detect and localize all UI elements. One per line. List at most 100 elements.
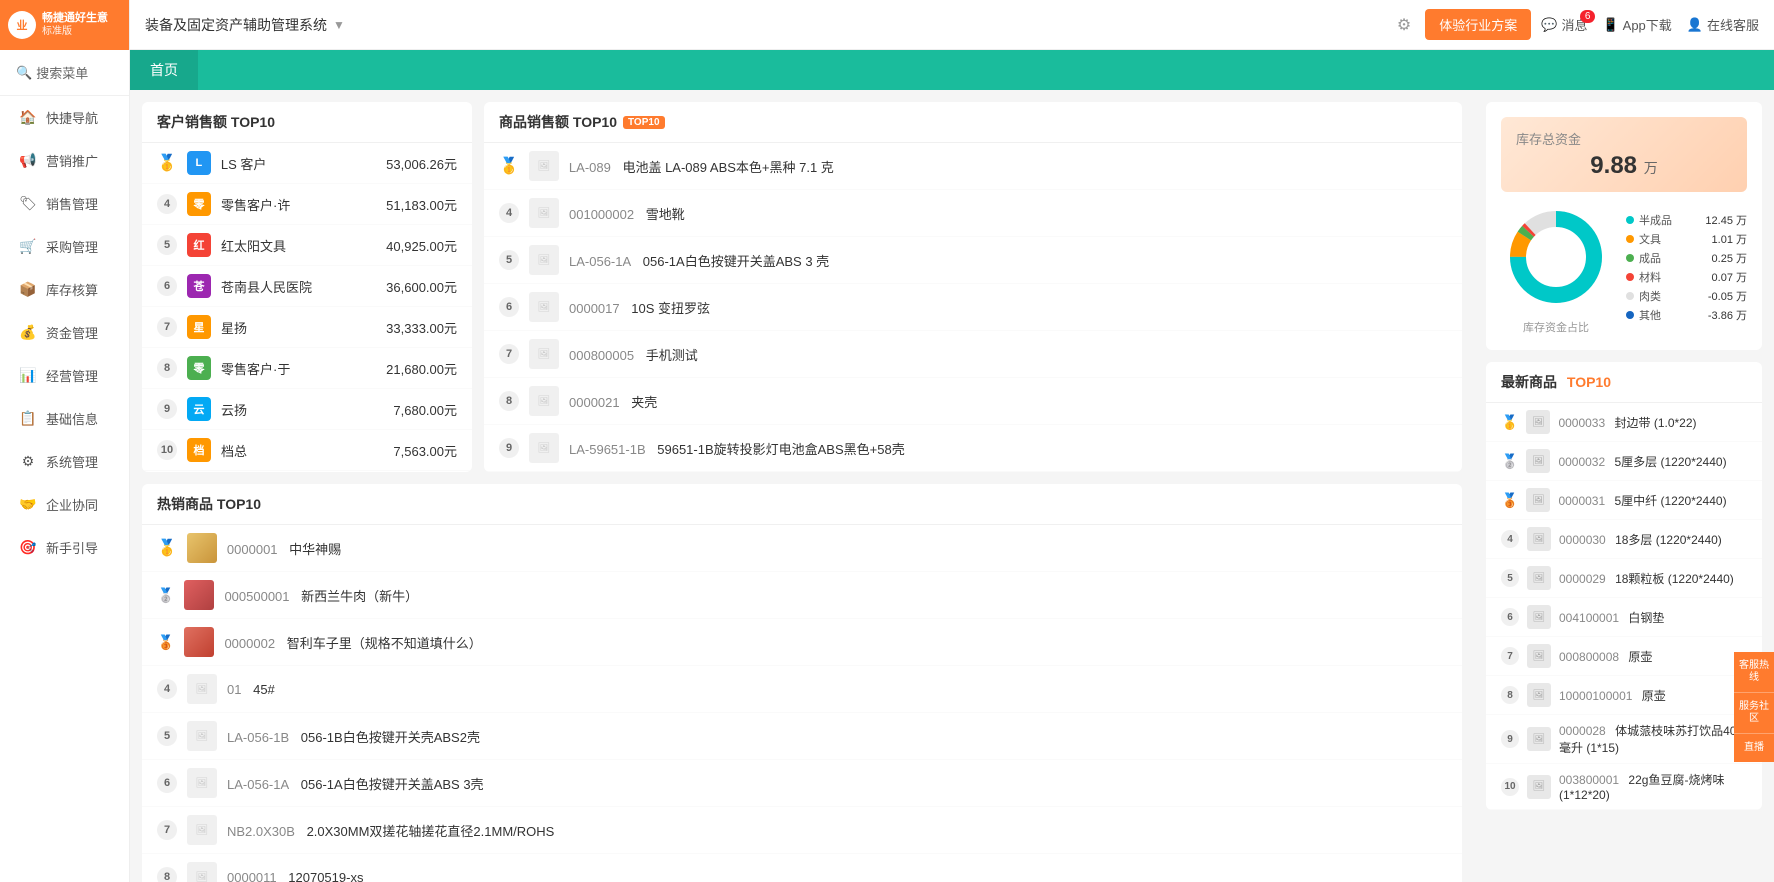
- rank-number: 6: [499, 297, 519, 317]
- system-icon: ⚙: [18, 453, 38, 470]
- sidebar-item-home[interactable]: 🏠 快捷导航: [0, 96, 129, 139]
- medal-icon: 🥈: [157, 587, 174, 604]
- system-dropdown-btn[interactable]: ▼: [333, 18, 345, 32]
- product-img-thumb: 🖼: [1526, 488, 1550, 512]
- customer-ranking-list: 🥇 L LS 客户 53,006.26元 4 零 零售客户·许 51,183.0…: [142, 143, 472, 471]
- hot-product-item: 7 🖼 NB2.0X30B 2.0X30MM双搓花轴搓花直径2.1MM/ROHS: [142, 807, 1462, 854]
- customer-avatar: 苍: [187, 274, 211, 298]
- top-panels-row: 客户销售额 TOP10 🥇 L LS 客户 53,006.26元 4: [142, 102, 1462, 472]
- float-buttons: 客服热线 服务社区 直播: [1734, 652, 1774, 762]
- message-badge: 6: [1580, 10, 1596, 23]
- main-wrap: 装备及固定资产辅助管理系统 ▼ ⚙ 体验行业方案 💬 消息 6 📱 App下载 …: [130, 0, 1774, 882]
- customer-avatar: 档: [187, 438, 211, 462]
- message-action[interactable]: 💬 消息 6: [1541, 15, 1587, 34]
- product-rank-item: 5 🖼 LA-056-1A 056-1A白色按键开关盖ABS 3 壳: [484, 237, 1462, 284]
- latest-products-panel: 最新商品 TOP10 🥇 🖼 0000033 封边带 (1.0*22) 🥈 🖼: [1486, 362, 1762, 810]
- settings-gear-btn[interactable]: ⚙: [1393, 11, 1415, 39]
- latest-product-item: 7 🖼 000800008 原壶: [1486, 637, 1762, 676]
- service-icon: 👤: [1687, 17, 1703, 33]
- product-img: 🖼: [529, 433, 559, 463]
- customer-avatar: 星: [187, 315, 211, 339]
- medal-icon: 🥈: [1501, 453, 1518, 470]
- legend-dot: [1626, 311, 1634, 319]
- collab-icon: 🤝: [18, 496, 38, 513]
- float-btn-live[interactable]: 直播: [1734, 734, 1774, 762]
- sidebar-item-finance[interactable]: 💰 资金管理: [0, 311, 129, 354]
- sidebar-item-collab[interactable]: 🤝 企业协同: [0, 483, 129, 526]
- basics-icon: 📋: [18, 410, 38, 427]
- search-menu-button[interactable]: 🔍 搜索菜单: [8, 58, 121, 87]
- hot-products-title: 热销商品 TOP10: [142, 484, 1462, 525]
- float-btn-service[interactable]: 客服热线: [1734, 652, 1774, 693]
- hot-product-item: 4 🖼 01 45#: [142, 666, 1462, 713]
- sidebar-search[interactable]: 🔍 搜索菜单: [0, 50, 129, 96]
- legend-dot: [1626, 273, 1634, 281]
- latest-product-item: 4 🖼 0000030 18多层 (1220*2440): [1486, 520, 1762, 559]
- customer-rank-item: 4 零 零售客户·许 51,183.00元: [142, 184, 472, 225]
- product-info: 000800008 原壶: [1559, 648, 1747, 665]
- customer-ranking-title: 客户销售额 TOP10: [142, 102, 472, 143]
- sidebar-logo: 业 畅捷通好生意 标准版: [0, 0, 129, 50]
- sidebar-item-system[interactable]: ⚙ 系统管理: [0, 440, 129, 483]
- tab-home[interactable]: 首页: [130, 50, 198, 90]
- product-img-real: [184, 627, 214, 657]
- finance-icon: 💰: [18, 324, 38, 341]
- customer-rank-item: 7 星 星扬 33,333.00元: [142, 307, 472, 348]
- rank-number: 6: [157, 773, 177, 793]
- latest-product-item: 8 🖼 10000100001 原壶: [1486, 676, 1762, 715]
- sidebar-item-purchase[interactable]: 🛒 采购管理: [0, 225, 129, 268]
- customer-avatar: 云: [187, 397, 211, 421]
- medal-icon: 🥉: [1501, 492, 1518, 509]
- guide-icon: 🎯: [18, 539, 38, 556]
- logo-text: 畅捷通好生意 标准版: [42, 12, 108, 37]
- sidebar: 业 畅捷通好生意 标准版 🔍 搜索菜单 🏠 快捷导航 📢 营销推广 🏷 销售管理…: [0, 0, 130, 882]
- sidebar-item-sales[interactable]: 🏷 销售管理: [0, 182, 129, 225]
- product-img-thumb: 🖼: [1527, 683, 1551, 707]
- hot-product-item: 6 🖼 LA-056-1A 056-1A白色按键开关盖ABS 3壳: [142, 760, 1462, 807]
- float-btn-community[interactable]: 服务社区: [1734, 693, 1774, 734]
- trial-btn[interactable]: 体验行业方案: [1425, 9, 1531, 40]
- product-info: 0000033 封边带 (1.0*22): [1558, 414, 1747, 431]
- rank-number: 8: [1501, 686, 1519, 704]
- rank-number: 4: [157, 679, 177, 699]
- product-ranking-panel: 商品销售额 TOP10 TOP10 🥇 🖼 LA-089 电池盖 LA-089 …: [484, 102, 1462, 472]
- hot-product-item: 🥉 0000002 智利车子里（规格不知道填什么）: [142, 619, 1462, 666]
- sidebar-item-guide[interactable]: 🎯 新手引导: [0, 526, 129, 569]
- topbar: 装备及固定资产辅助管理系统 ▼ ⚙ 体验行业方案 💬 消息 6 📱 App下载 …: [130, 0, 1774, 50]
- product-rank-item: 6 🖼 0000017 10S 变扭罗弦: [484, 284, 1462, 331]
- latest-product-item: 9 🖼 0000028 体城蒎枝味苏打饮品400毫升 (1*15): [1486, 715, 1762, 764]
- product-ranking-list: 🥇 🖼 LA-089 电池盖 LA-089 ABS本色+黑种 7.1 克 4 🖼: [484, 143, 1462, 472]
- latest-product-item: 🥈 🖼 0000032 5厘多层 (1220*2440): [1486, 442, 1762, 481]
- app-download-action[interactable]: 📱 App下载: [1602, 15, 1671, 34]
- latest-products-title: 最新商品 TOP10: [1486, 362, 1762, 403]
- rank-number: 7: [1501, 647, 1519, 665]
- marketing-icon: 📢: [18, 152, 38, 169]
- sidebar-item-operations[interactable]: 📊 经营管理: [0, 354, 129, 397]
- sidebar-item-inventory[interactable]: 📦 库存核算: [0, 268, 129, 311]
- product-info: 0000021 夹壳: [569, 392, 1447, 411]
- sidebar-item-marketing[interactable]: 📢 营销推广: [0, 139, 129, 182]
- product-info: 10000100001 原壶: [1559, 687, 1747, 704]
- sales-icon: 🏷: [18, 195, 38, 212]
- rank-number: 4: [499, 203, 519, 223]
- medal-icon: 🥇: [157, 153, 177, 173]
- customer-avatar: 红: [187, 233, 211, 257]
- hot-product-item: 8 🖼 0000011 12070519-xs: [142, 854, 1462, 882]
- product-img-thumb: 🖼: [1526, 449, 1550, 473]
- inventory-unit: 万: [1644, 160, 1658, 176]
- product-img-thumb: 🖼: [1527, 566, 1551, 590]
- app-icon: 📱: [1602, 17, 1618, 33]
- sidebar-item-basics[interactable]: 📋 基础信息: [0, 397, 129, 440]
- legend-item: 其他 -3.86 万: [1626, 307, 1747, 323]
- customer-rank-item: 5 红 红太阳文具 40,925.00元: [142, 225, 472, 266]
- medal-icon: 🥇: [157, 538, 177, 558]
- product-img-real: [184, 580, 214, 610]
- customer-rank-item: 6 苍 苍南县人民医院 36,600.00元: [142, 266, 472, 307]
- product-rank-item: 🥇 🖼 LA-089 电池盖 LA-089 ABS本色+黑种 7.1 克: [484, 143, 1462, 190]
- rank-number: 9: [499, 438, 519, 458]
- rank-number: 8: [499, 391, 519, 411]
- online-service-action[interactable]: 👤 在线客服: [1687, 15, 1759, 34]
- legend-item: 半成品 12.45 万: [1626, 212, 1747, 228]
- rank-number: 4: [157, 194, 177, 214]
- rank-number: 5: [499, 250, 519, 270]
